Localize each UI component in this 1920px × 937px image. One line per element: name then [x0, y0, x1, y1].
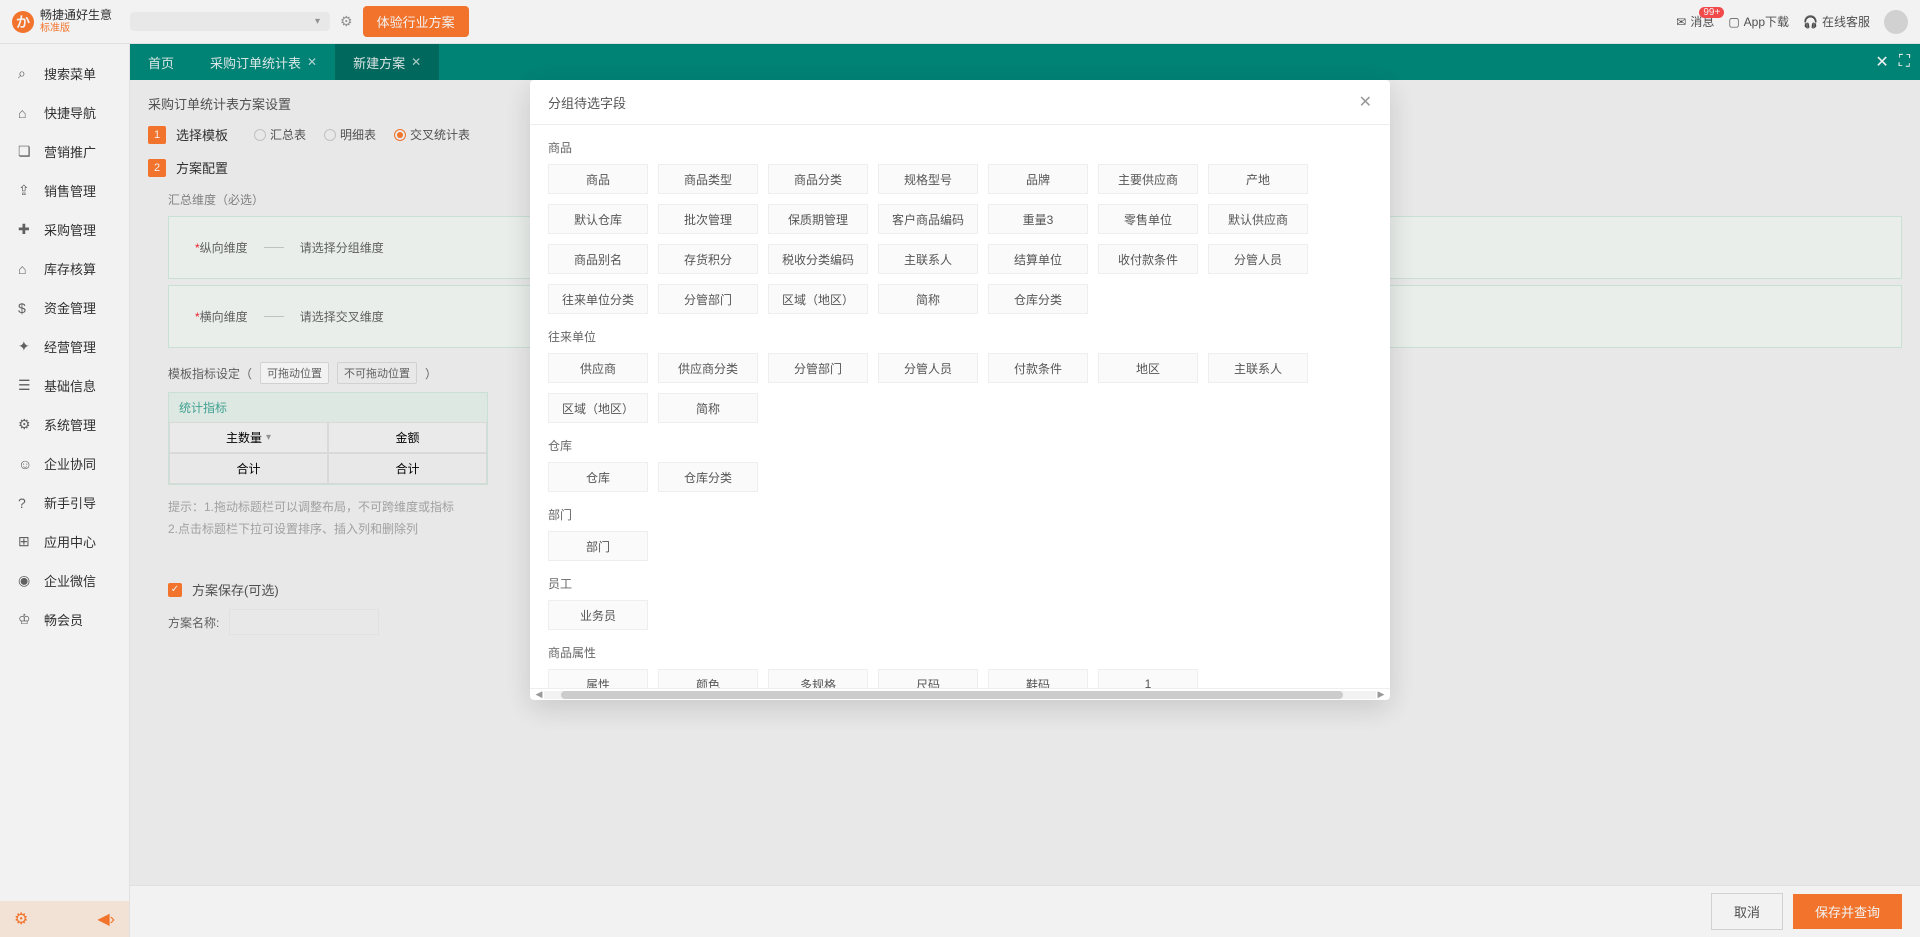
- field-chip[interactable]: 收付款条件: [1098, 244, 1198, 274]
- field-chip[interactable]: 分管人员: [878, 353, 978, 383]
- field-chip[interactable]: 重量3: [988, 204, 1088, 234]
- field-chip[interactable]: 商品分类: [768, 164, 868, 194]
- field-group-title: 往来单位: [548, 328, 1372, 345]
- modal-mask: 分组待选字段 ✕ 商品商品商品类型商品分类规格型号品牌主要供应商产地默认仓库批次…: [0, 0, 1920, 937]
- field-chip[interactable]: 分管部门: [658, 284, 758, 314]
- field-chip[interactable]: 批次管理: [658, 204, 758, 234]
- field-chip[interactable]: 尺码: [878, 669, 978, 688]
- field-chip[interactable]: 分管人员: [1208, 244, 1308, 274]
- field-chip[interactable]: 1: [1098, 669, 1198, 688]
- field-chip[interactable]: 商品: [548, 164, 648, 194]
- modal-hscroll[interactable]: ◀ ▶: [530, 688, 1390, 700]
- close-icon[interactable]: ✕: [1359, 92, 1372, 112]
- field-chip[interactable]: 主联系人: [1208, 353, 1308, 383]
- field-chip[interactable]: 地区: [1098, 353, 1198, 383]
- field-chip[interactable]: 供应商: [548, 353, 648, 383]
- field-group-title: 仓库: [548, 437, 1372, 454]
- field-chip[interactable]: 存货积分: [658, 244, 758, 274]
- field-chip[interactable]: 区域（地区）: [768, 284, 868, 314]
- field-chip[interactable]: 商品类型: [658, 164, 758, 194]
- field-chip[interactable]: 品牌: [988, 164, 1088, 194]
- field-chip[interactable]: 默认仓库: [548, 204, 648, 234]
- field-chip[interactable]: 仓库: [548, 462, 648, 492]
- modal-title: 分组待选字段: [548, 93, 626, 112]
- field-chip[interactable]: 默认供应商: [1208, 204, 1308, 234]
- field-chip[interactable]: 往来单位分类: [548, 284, 648, 314]
- field-chip[interactable]: 仓库分类: [658, 462, 758, 492]
- field-chip[interactable]: 颜色: [658, 669, 758, 688]
- field-chip[interactable]: 区域（地区）: [548, 393, 648, 423]
- field-group-title: 商品属性: [548, 644, 1372, 661]
- field-chip[interactable]: 结算单位: [988, 244, 1088, 274]
- field-chip[interactable]: 商品别名: [548, 244, 648, 274]
- field-chip[interactable]: 税收分类编码: [768, 244, 868, 274]
- field-chip[interactable]: 主联系人: [878, 244, 978, 274]
- field-chip[interactable]: 零售单位: [1098, 204, 1198, 234]
- field-chip[interactable]: 属性: [548, 669, 648, 688]
- field-chip[interactable]: 部门: [548, 531, 648, 561]
- field-chip[interactable]: 多规格: [768, 669, 868, 688]
- field-chip[interactable]: 简称: [658, 393, 758, 423]
- field-group-title: 商品: [548, 139, 1372, 156]
- field-select-modal: 分组待选字段 ✕ 商品商品商品类型商品分类规格型号品牌主要供应商产地默认仓库批次…: [530, 80, 1390, 700]
- field-chip[interactable]: 付款条件: [988, 353, 1088, 383]
- field-chip[interactable]: 供应商分类: [658, 353, 758, 383]
- field-chip[interactable]: 客户商品编码: [878, 204, 978, 234]
- field-chip[interactable]: 保质期管理: [768, 204, 868, 234]
- field-chip[interactable]: 鞋码: [988, 669, 1088, 688]
- field-chip[interactable]: 规格型号: [878, 164, 978, 194]
- field-chip[interactable]: 分管部门: [768, 353, 868, 383]
- field-chip[interactable]: 业务员: [548, 600, 648, 630]
- field-group-title: 部门: [548, 506, 1372, 523]
- field-chip[interactable]: 简称: [878, 284, 978, 314]
- field-chip[interactable]: 产地: [1208, 164, 1308, 194]
- field-chip[interactable]: 仓库分类: [988, 284, 1088, 314]
- field-chip[interactable]: 主要供应商: [1098, 164, 1198, 194]
- field-group-title: 员工: [548, 575, 1372, 592]
